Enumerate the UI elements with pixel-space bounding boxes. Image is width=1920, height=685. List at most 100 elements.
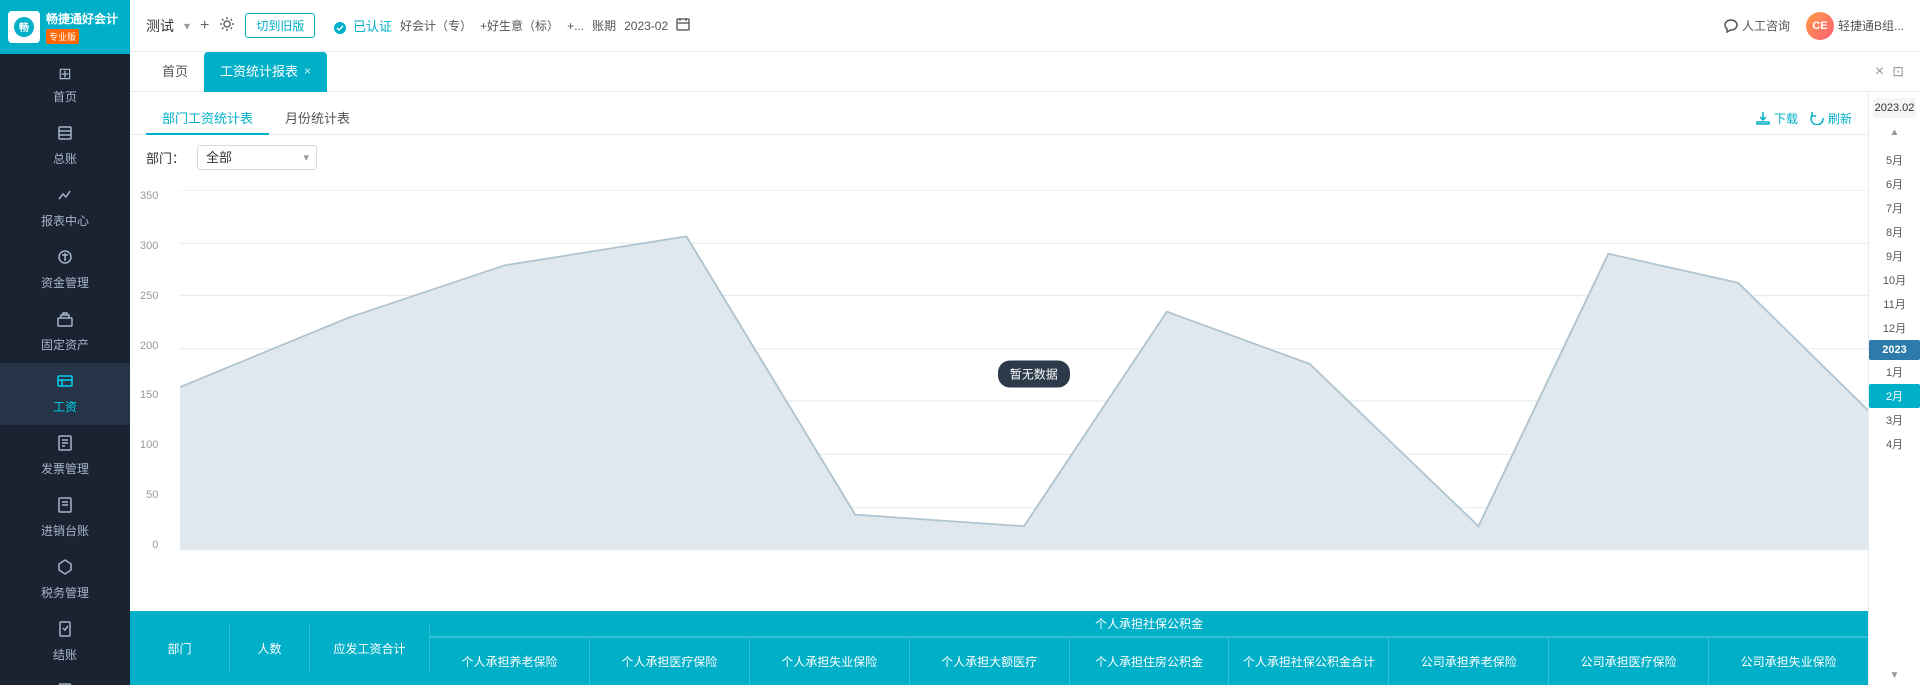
month-7[interactable]: 7月 [1869, 196, 1920, 220]
dept-filter-label: 部门： [146, 148, 185, 167]
status-good-biz: +好生意（标） [480, 17, 559, 34]
assets-icon [57, 311, 73, 332]
th-company-medical: 公司承担医疗保险 [1549, 637, 1709, 685]
svg-text:畅: 畅 [19, 21, 29, 34]
tab-home[interactable]: 首页 [146, 52, 204, 92]
table-header: 部门 人数 应发工资合计 个人承担社保公积金 个人承担养老保险 [130, 611, 1868, 685]
year-2023: 2023 [1869, 340, 1920, 360]
sidebar-item-assets-label: 固定资产 [41, 336, 89, 353]
user-name: 轻捷通B组... [1838, 17, 1904, 34]
sidebar-item-archive[interactable]: 归档管理 [0, 673, 130, 685]
th-social-insurance-group: 个人承担社保公积金 个人承担养老保险 个人承担医疗保险 个人承担失业保险 个人承… [430, 611, 1868, 685]
sidebar-item-invoice[interactable]: 发票管理 [0, 425, 130, 487]
sidebar-item-payroll[interactable]: 工资 [0, 363, 130, 425]
switch-version-btn[interactable]: 切到旧版 [245, 13, 315, 38]
tab-close-window-btn[interactable]: × [1875, 63, 1884, 81]
y-label-250: 250 [140, 290, 166, 302]
sidebar-item-home-label: 首页 [53, 88, 77, 105]
y-label-300: 300 [140, 240, 166, 252]
month-4[interactable]: 4月 [1869, 432, 1920, 456]
logo-icon: 畅 [8, 11, 40, 43]
sidebar-item-sales[interactable]: 进销台账 [0, 487, 130, 549]
topbar-right: 人工咨询 CE 轻捷通B组... [1724, 12, 1904, 40]
period-value: 2023-02 [624, 19, 668, 33]
invoice-icon [57, 435, 73, 456]
topbar-title: 测试 [146, 16, 174, 36]
month-10[interactable]: 10月 [1869, 268, 1920, 292]
nav-down-btn[interactable]: ▼ [1869, 665, 1920, 685]
sidebar-nav: ⊞ 首页 总账 报表中心 资金管理 固定资产 [0, 54, 130, 685]
consult-label: 人工咨询 [1742, 17, 1790, 34]
subtab-monthly[interactable]: 月份统计表 [269, 102, 366, 135]
sidebar-item-home[interactable]: ⊞ 首页 [0, 54, 130, 115]
sidebar-item-capital[interactable]: 资金管理 [0, 239, 130, 301]
sidebar-item-close-label: 结账 [53, 646, 77, 663]
main-content: 测试 ▾ + 切到旧版 已认证 好会计（专） +好生意（标） +... 账期 2… [130, 0, 1920, 685]
topbar-add-btn[interactable]: + [200, 17, 209, 35]
subtab-dept[interactable]: 部门工资统计表 [146, 102, 269, 135]
calendar-icon[interactable] [676, 17, 690, 34]
ledger-icon [57, 125, 73, 146]
logo-text: 畅捷通好会计 专业版 [46, 10, 118, 44]
subtab-bar: 部门工资统计表 月份统计表 下载 刷新 [130, 92, 1868, 135]
tax-icon [57, 559, 73, 580]
chart-area: 0 50 100 150 200 250 300 350 暂无数据 [130, 180, 1868, 611]
capital-icon [57, 249, 73, 270]
filter-row: 部门： 全部 [130, 135, 1868, 180]
y-label-0: 0 [140, 539, 166, 551]
th-group-cells: 个人承担养老保险 个人承担医疗保险 个人承担失业保险 个人承担大额医疗 个人承担 [430, 637, 1868, 685]
consult-btn[interactable]: 人工咨询 [1724, 17, 1790, 34]
sidebar-item-invoice-label: 发票管理 [41, 460, 89, 477]
month-6[interactable]: 6月 [1869, 172, 1920, 196]
th-company-unemployment: 公司承担失业保险 [1709, 637, 1868, 685]
dept-select[interactable]: 全部 [197, 145, 317, 170]
y-axis: 0 50 100 150 200 250 300 350 [140, 190, 166, 551]
month-1[interactable]: 1月 [1869, 360, 1920, 384]
nav-up-btn[interactable]: ▲ [1873, 122, 1916, 142]
refresh-btn[interactable]: 刷新 [1810, 110, 1852, 127]
y-label-150: 150 [140, 389, 166, 401]
current-date-display: 2023.02 [1873, 98, 1916, 118]
tab-payroll-report[interactable]: 工资统计报表 × [204, 52, 327, 92]
th-dept: 部门 [130, 624, 230, 672]
sidebar-logo: 畅 畅捷通好会计 专业版 [0, 0, 130, 54]
status-certified: 已认证 [333, 16, 392, 35]
y-label-200: 200 [140, 340, 166, 352]
month-12[interactable]: 12月 [1869, 316, 1920, 340]
sidebar-item-tax[interactable]: 税务管理 [0, 549, 130, 611]
month-5[interactable]: 5月 [1869, 148, 1920, 172]
sidebar-item-reports-label: 报表中心 [41, 212, 89, 229]
month-11[interactable]: 11月 [1869, 292, 1920, 316]
download-btn[interactable]: 下载 [1756, 110, 1798, 127]
sidebar-item-reports[interactable]: 报表中心 [0, 177, 130, 239]
topbar-status: 已认证 好会计（专） +好生意（标） +... 账期 2023-02 [333, 16, 690, 35]
close-ledger-icon [57, 621, 73, 642]
tab-close-btn[interactable]: × [304, 64, 311, 78]
th-company-pension: 公司承担养老保险 [1389, 637, 1549, 685]
sidebar: 畅 畅捷通好会计 专业版 ⊞ 首页 总账 报表中心 [0, 0, 130, 685]
tab-payroll-label: 工资统计报表 [220, 61, 298, 80]
month-9[interactable]: 9月 [1869, 244, 1920, 268]
topbar-settings-btn[interactable] [219, 16, 235, 35]
th-social-total: 个人承担社保公积金合计 [1229, 637, 1389, 685]
th-medical: 个人承担医疗保险 [590, 637, 750, 685]
th-major-medical: 个人承担大额医疗 [910, 637, 1070, 685]
month-8[interactable]: 8月 [1869, 220, 1920, 244]
sidebar-item-ledger-label: 总账 [53, 150, 77, 167]
sales-icon [57, 497, 73, 518]
y-label-50: 50 [140, 489, 166, 501]
month-2-active[interactable]: 2月 [1869, 384, 1920, 408]
right-panel-date: 2023.02 ▲ [1869, 92, 1920, 148]
month-3[interactable]: 3月 [1869, 408, 1920, 432]
tabbar: 首页 工资统计报表 × × ⊡ [130, 52, 1920, 92]
sidebar-item-assets[interactable]: 固定资产 [0, 301, 130, 363]
th-pension: 个人承担养老保险 [430, 637, 590, 685]
tab-maximize-btn[interactable]: ⊡ [1892, 63, 1904, 80]
reports-icon [57, 187, 73, 208]
user-info[interactable]: CE 轻捷通B组... [1806, 12, 1904, 40]
sidebar-item-general-ledger[interactable]: 总账 [0, 115, 130, 177]
th-housing-fund: 个人承担住房公积金 [1070, 637, 1230, 685]
sidebar-item-close[interactable]: 结账 [0, 611, 130, 673]
topbar-dropdown-arrow[interactable]: ▾ [184, 19, 190, 33]
month-list: 5月 6月 7月 8月 9月 10月 11月 12月 2023 1月 2月 3月… [1869, 148, 1920, 665]
